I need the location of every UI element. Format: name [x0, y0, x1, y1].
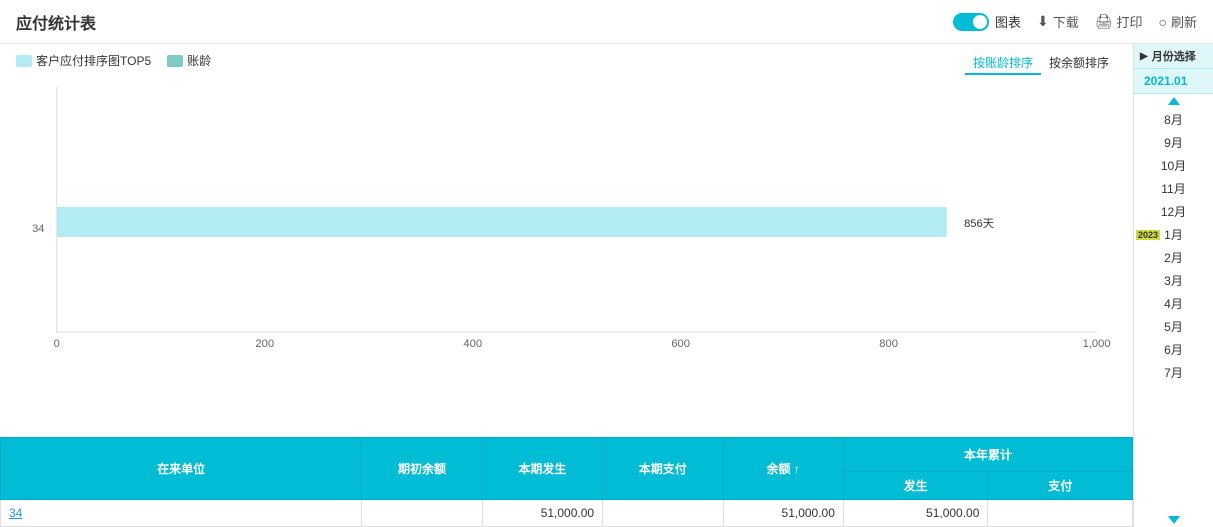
svg-text:200: 200	[255, 338, 274, 350]
year-badge: 2023	[1136, 230, 1160, 240]
month-item[interactable]: 7月	[1134, 361, 1213, 384]
cell-balance: 51,000.00	[723, 500, 843, 527]
refresh-button[interactable]: ○ 刷新	[1159, 12, 1197, 31]
download-button[interactable]: ⬇ 下载	[1037, 12, 1079, 31]
th-year-gen: 发生	[843, 472, 988, 500]
legend-item-1: 客户应付排序图TOP5	[16, 52, 151, 69]
th-year-pay: 支付	[988, 472, 1133, 500]
legend-label-1: 客户应付排序图TOP5	[36, 52, 151, 69]
refresh-icon: ○	[1159, 14, 1167, 30]
chart-toggle-label: 图表	[995, 12, 1021, 31]
sidebar-title: 月份选择	[1152, 48, 1196, 64]
download-label: 下载	[1053, 12, 1079, 31]
month-item[interactable]: 8月	[1134, 108, 1213, 131]
sort-tabs: 按账龄排序 按余额排序	[965, 52, 1117, 75]
chart-svg: 34 0 200 400 600 800 1,000	[16, 77, 1117, 367]
sidebar-year-input[interactable]	[1140, 71, 1207, 91]
print-button[interactable]: 🖨 打印	[1095, 12, 1143, 31]
svg-text:34: 34	[32, 223, 44, 235]
month-item[interactable]: 3月	[1134, 269, 1213, 292]
chart-toggle-group: 图表	[953, 12, 1021, 31]
print-label: 打印	[1117, 12, 1143, 31]
legend-label-2: 账龄	[187, 52, 211, 69]
print-icon: 🖨	[1095, 13, 1113, 30]
cell-period-gen: 51,000.00	[482, 500, 602, 527]
sidebar-months: 8月9月10月11月12月20231月2月3月4月5月6月7月	[1134, 108, 1213, 513]
chart-toggle[interactable]	[953, 13, 989, 31]
th-period-gen: 本期发生	[482, 438, 602, 500]
refresh-label: 刷新	[1171, 12, 1197, 31]
legend-color-2	[167, 55, 183, 67]
chart-legend: 客户应付排序图TOP5 账龄	[16, 52, 1117, 69]
chevron-down-icon	[1168, 516, 1180, 524]
svg-text:800: 800	[879, 338, 898, 350]
cell-period-pay	[603, 500, 723, 527]
month-item[interactable]: 10月	[1134, 154, 1213, 177]
th-period-balance: 期初余额	[362, 438, 482, 500]
sidebar-scroll-down[interactable]	[1134, 513, 1213, 527]
cell-year-pay	[988, 500, 1133, 527]
table-row: 34 51,000.00 51,000.00 51,000.00	[1, 500, 1133, 527]
legend-item-2: 账龄	[167, 52, 211, 69]
download-icon: ⬇	[1037, 13, 1049, 30]
cell-year-gen: 51,000.00	[843, 500, 988, 527]
sidebar-collapse-icon[interactable]: ▶	[1140, 51, 1148, 62]
svg-text:600: 600	[671, 338, 690, 350]
month-item[interactable]: 12月	[1134, 200, 1213, 223]
chevron-up-icon	[1168, 97, 1180, 105]
cell-period-balance	[362, 500, 482, 527]
month-item[interactable]: 5月	[1134, 315, 1213, 338]
month-item[interactable]: 11月	[1134, 177, 1213, 200]
month-item[interactable]: 9月	[1134, 131, 1213, 154]
legend-color-1	[16, 55, 32, 67]
month-item[interactable]: 2月	[1134, 246, 1213, 269]
chart-container: 34 0 200 400 600 800 1,000	[16, 77, 1117, 367]
page-title: 应付统计表	[16, 10, 96, 34]
month-item[interactable]: 20231月	[1134, 223, 1213, 246]
sidebar-header: ▶ 月份选择	[1134, 44, 1213, 69]
sidebar-scroll-up[interactable]	[1134, 94, 1213, 108]
svg-text:400: 400	[463, 338, 482, 350]
sort-tab-balance[interactable]: 按余额排序	[1041, 52, 1117, 75]
cell-name[interactable]: 34	[1, 500, 362, 527]
svg-text:856天: 856天	[964, 218, 994, 230]
table-section: 在来单位 期初余额 本期发生 本期支付 余额 ↑ 本年累计 发生	[0, 437, 1133, 527]
month-item[interactable]: 4月	[1134, 292, 1213, 315]
sort-tab-age[interactable]: 按账龄排序	[965, 52, 1041, 75]
svg-text:0: 0	[54, 338, 60, 350]
svg-text:1,000: 1,000	[1083, 338, 1111, 350]
balance-sort-icon[interactable]: ↑	[794, 462, 800, 476]
summary-table: 在来单位 期初余额 本期发生 本期支付 余额 ↑ 本年累计 发生	[0, 437, 1133, 527]
month-item[interactable]: 6月	[1134, 338, 1213, 361]
th-balance: 余额 ↑	[723, 438, 843, 500]
th-name: 在来单位	[1, 438, 362, 500]
th-period-pay: 本期支付	[603, 438, 723, 500]
th-year-total: 本年累计	[843, 438, 1132, 472]
sidebar: ▶ 月份选择 8月9月10月11月12月20231月2月3月4月5月6月7月	[1133, 44, 1213, 527]
